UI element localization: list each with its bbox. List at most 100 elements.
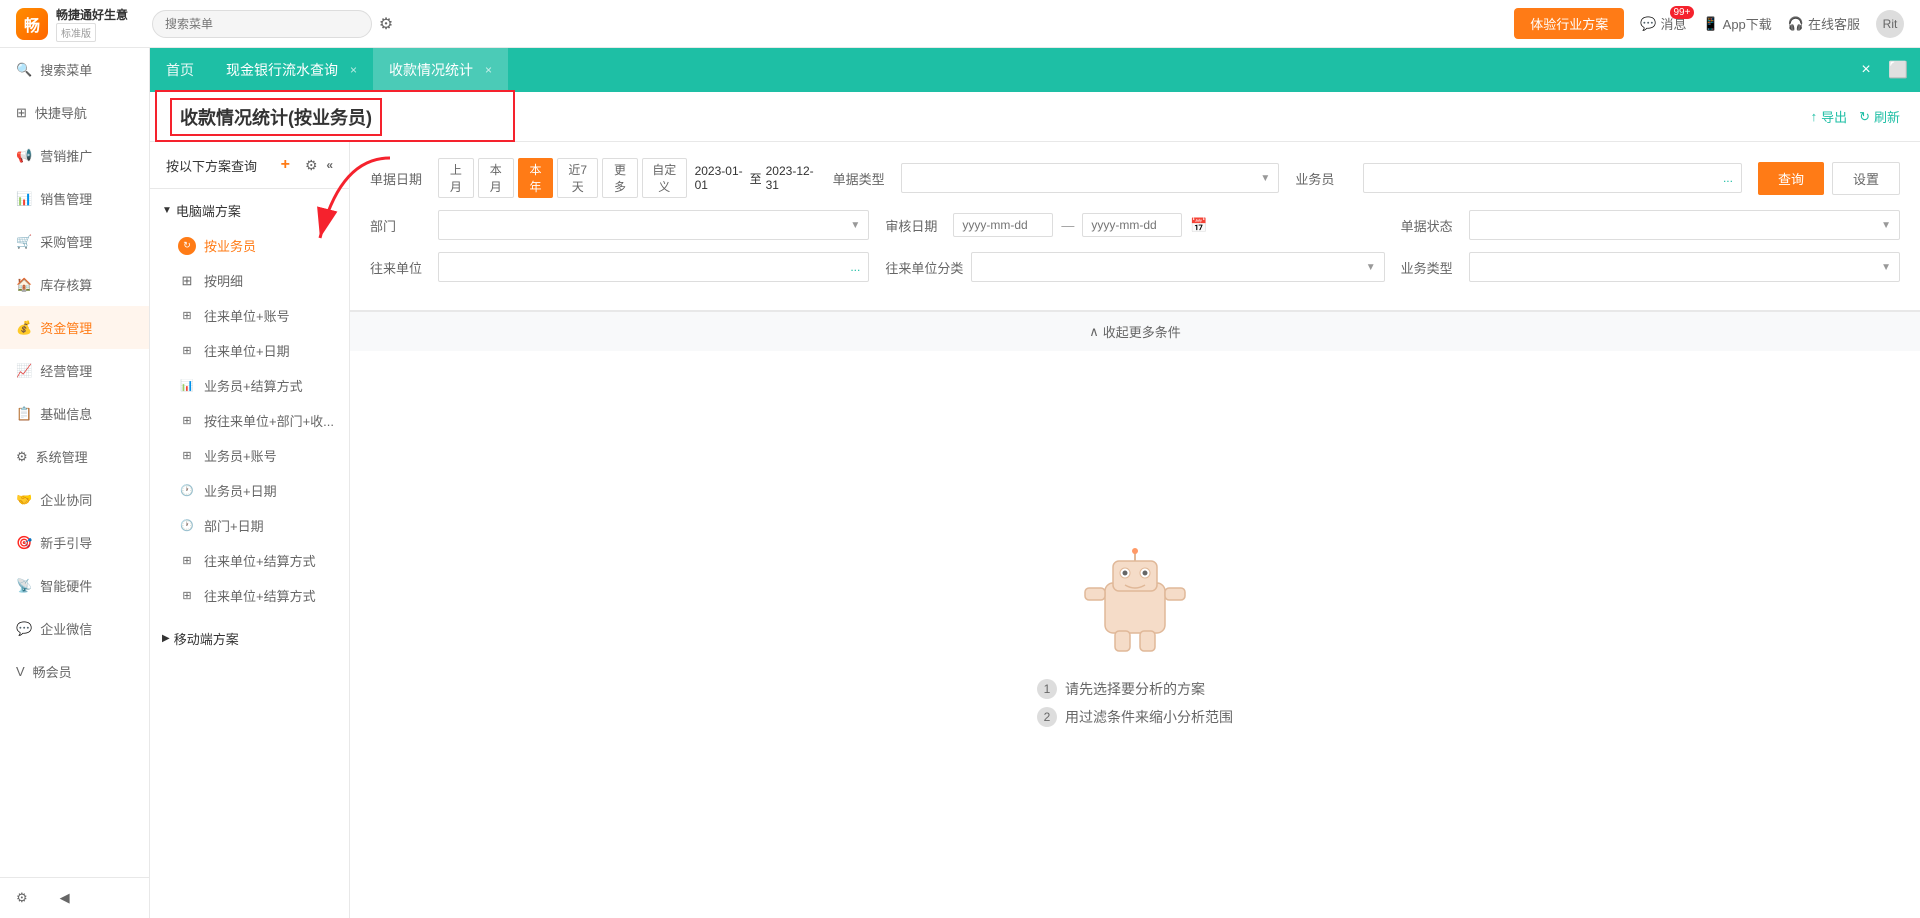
partner-select[interactable]: ... xyxy=(438,252,869,282)
scheme-item-by-detail[interactable]: ⊞ 按明细 xyxy=(150,263,349,298)
sidebar-item-search[interactable]: 🔍 搜索菜单 xyxy=(0,48,149,91)
partner-field: 往来单位 ... xyxy=(370,252,869,282)
date-btn-this-month[interactable]: 本月 xyxy=(478,158,514,198)
detail-scheme-icon: ⊞ xyxy=(178,272,196,290)
gear-button[interactable]: ⚙ xyxy=(372,10,400,38)
tab-maximize-button[interactable]: ⬜ xyxy=(1884,56,1912,84)
tab-bank-flow[interactable]: 现金银行流水查询 × xyxy=(210,48,373,92)
sidebar-item-marketing[interactable]: 📢 营销推广 xyxy=(0,134,149,177)
avatar: Rit xyxy=(1876,10,1904,38)
sidebar-item-operations[interactable]: 📈 经营管理 xyxy=(0,349,149,392)
sidebar-item-finance[interactable]: 💰 资金管理 xyxy=(0,306,149,349)
scheme-item-dept-date[interactable]: 🕐 部门+日期 xyxy=(150,508,349,543)
scheme-item-salesperson-date[interactable]: 🕐 业务员+日期 xyxy=(150,473,349,508)
receivables-tab-close[interactable]: × xyxy=(485,63,492,77)
tip-text-2: 用过滤条件来缩小分析范围 xyxy=(1065,707,1233,727)
sidebar-item-guide[interactable]: 🎯 新手引导 xyxy=(0,521,149,564)
sidebar-bottom-collapse[interactable]: ◀ xyxy=(44,878,86,918)
partner-category-select[interactable]: ▼ xyxy=(971,252,1384,282)
doc-status-arrow: ▼ xyxy=(1881,220,1891,231)
export-button[interactable]: ↑ 导出 xyxy=(1811,107,1848,126)
sidebar-item-vip[interactable]: V 畅会员 xyxy=(0,650,149,693)
dept-label: 部门 xyxy=(370,216,430,235)
app-download-label: App下载 xyxy=(1723,14,1772,33)
sidebar-item-inventory[interactable]: 🏠 库存核算 xyxy=(0,263,149,306)
business-type-select[interactable]: ▼ xyxy=(1469,252,1900,282)
doc-type-field: 单据类型 ▼ xyxy=(833,163,1280,193)
user-avatar[interactable]: Rit xyxy=(1876,10,1904,38)
audit-date-to[interactable] xyxy=(1082,213,1182,237)
partner-label: 往来单位 xyxy=(370,258,430,277)
scheme-item-partner-settlement1[interactable]: ⊞ 往来单位+结算方式 xyxy=(150,543,349,578)
scheme-item-salesperson-account[interactable]: ⊞ 业务员+账号 xyxy=(150,438,349,473)
salesperson-account-icon: ⊞ xyxy=(178,447,196,465)
salesperson-select[interactable]: ... xyxy=(1363,163,1742,193)
bank-flow-tab-close[interactable]: × xyxy=(350,63,357,77)
scheme-item-salesperson-settlement[interactable]: 📊 业务员+结算方式 xyxy=(150,368,349,403)
audit-date-label: 审核日期 xyxy=(885,216,945,235)
sidebar-item-enterprise[interactable]: 🤝 企业协同 xyxy=(0,478,149,521)
list-icon: 📋 xyxy=(16,406,32,422)
date-btn-last-month[interactable]: 上月 xyxy=(438,158,474,198)
scheme-add-button[interactable]: + xyxy=(274,154,296,176)
messages-button[interactable]: 💬 消息 99+ xyxy=(1640,14,1686,33)
sidebar-item-purchase[interactable]: 🛒 采购管理 xyxy=(0,220,149,263)
vip-icon: V xyxy=(16,664,25,679)
online-service-label: 在线客服 xyxy=(1808,14,1860,33)
date-from: 2023-01-01 xyxy=(695,164,746,192)
date-btn-more[interactable]: 更多 xyxy=(602,158,638,198)
scheme-item-partner-dept-receipt[interactable]: ⊞ 按往来单位+部门+收... xyxy=(150,403,349,438)
sidebar-item-system[interactable]: ⚙ 系统管理 xyxy=(0,435,149,478)
tip-number-2: 2 xyxy=(1037,707,1057,727)
logo-text: 畅捷通好生意 xyxy=(56,6,128,23)
app-download-button[interactable]: 📱 App下载 xyxy=(1702,14,1771,33)
doc-status-select[interactable]: ▼ xyxy=(1469,210,1900,240)
search-input[interactable] xyxy=(152,10,372,38)
partner-date-icon: ⊞ xyxy=(178,342,196,360)
empty-state: 1 请先选择要分析的方案 2 用过滤条件来缩小分析范围 xyxy=(350,351,1920,918)
refresh-button[interactable]: ↻ 刷新 xyxy=(1859,107,1900,126)
scheme-settings-button[interactable]: ⚙ xyxy=(300,154,322,176)
date-btn-last-7-days[interactable]: 近7天 xyxy=(557,158,598,198)
scheme-desktop-arrow: ▼ xyxy=(162,205,172,216)
partner-more-btn[interactable]: ... xyxy=(850,260,860,274)
sidebar-item-sales[interactable]: 📊 销售管理 xyxy=(0,177,149,220)
scheme-item-partner-settlement2[interactable]: ⊞ 往来单位+结算方式 xyxy=(150,578,349,613)
sidebar-item-basic[interactable]: 📋 基础信息 xyxy=(0,392,149,435)
online-service-button[interactable]: 🎧 在线客服 xyxy=(1788,14,1860,33)
date-btn-this-year[interactable]: 本年 xyxy=(518,158,554,198)
sidebar-item-smart-hw[interactable]: 📡 智能硬件 xyxy=(0,564,149,607)
date-to: 2023-12-31 xyxy=(766,164,817,192)
scheme-item-by-salesperson[interactable]: ↻ 按业务员 xyxy=(150,228,349,263)
collapse-bar[interactable]: ∧ 收起更多条件 xyxy=(350,311,1920,351)
scheme-mobile-header[interactable]: ▶ 移动端方案 xyxy=(150,621,349,656)
megaphone-icon: 📢 xyxy=(16,148,32,164)
scheme-panel-title: 按以下方案查询 xyxy=(166,156,266,175)
scheme-item-partner-date[interactable]: ⊞ 往来单位+日期 xyxy=(150,333,349,368)
dept-select[interactable]: ▼ xyxy=(438,210,869,240)
business-type-label: 业务类型 xyxy=(1401,258,1461,277)
sidebar-label-quick-nav: 快捷导航 xyxy=(35,103,87,122)
query-button[interactable]: 查询 xyxy=(1758,162,1824,195)
trial-industry-button[interactable]: 体验行业方案 xyxy=(1514,8,1624,39)
scheme-collapse-button[interactable]: « xyxy=(326,154,333,176)
sidebar-bottom-settings[interactable]: ⚙ xyxy=(0,878,44,918)
scheme-item-partner-settlement2-label: 往来单位+结算方式 xyxy=(204,586,316,605)
tab-receivables[interactable]: 收款情况统计 × xyxy=(373,48,508,92)
tab-close-all-button[interactable]: × xyxy=(1852,56,1880,84)
audit-date-from[interactable] xyxy=(953,213,1053,237)
business-type-arrow: ▼ xyxy=(1881,262,1891,273)
sidebar-item-quick-nav[interactable]: ⊞ 快捷导航 xyxy=(0,91,149,134)
salesperson-more-btn[interactable]: ... xyxy=(1723,171,1733,185)
sidebar-item-wechat[interactable]: 💬 企业微信 xyxy=(0,607,149,650)
scheme-desktop-header[interactable]: ▼ 电脑端方案 xyxy=(150,193,349,228)
date-btn-custom[interactable]: 自定义 xyxy=(642,158,687,198)
sidebar-label-purchase: 采购管理 xyxy=(40,232,92,251)
salesperson-settlement-icon: 📊 xyxy=(178,377,196,395)
tab-home[interactable]: 首页 xyxy=(150,48,210,92)
scheme-item-partner-account[interactable]: ⊞ 往来单位+账号 xyxy=(150,298,349,333)
doc-type-select[interactable]: ▼ xyxy=(901,163,1280,193)
date-range: 2023-01-01 至 2023-12-31 xyxy=(695,164,817,192)
settings-button[interactable]: 设置 xyxy=(1832,162,1900,195)
logo-icon: 畅 xyxy=(16,8,48,40)
